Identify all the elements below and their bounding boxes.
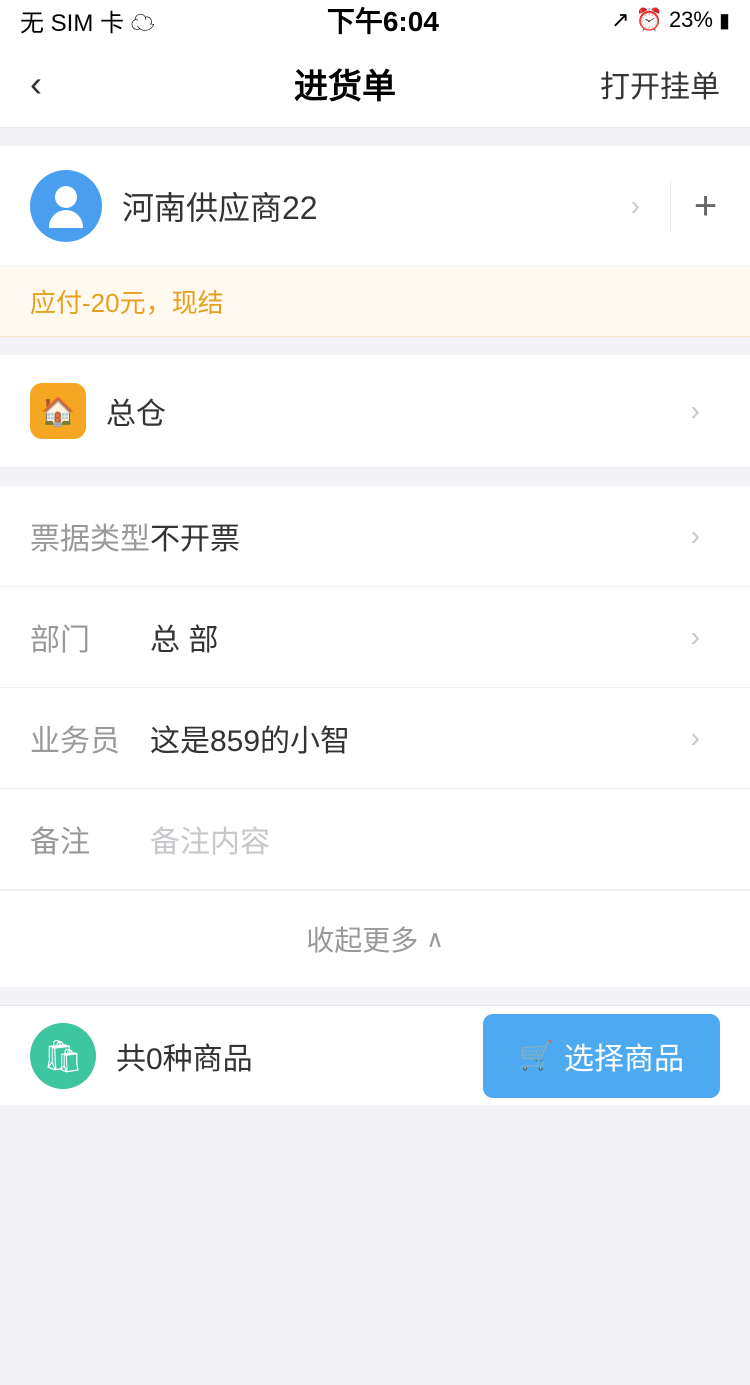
avatar-body <box>49 210 83 228</box>
supplier-section: 河南供应商22 › + 应付-20元，现结 <box>0 146 750 337</box>
supplier-row[interactable]: 河南供应商22 › + <box>0 146 750 267</box>
department-row[interactable]: 部门 总 部 › <box>0 587 750 688</box>
page-title: 进货单 <box>294 59 396 108</box>
department-value: 总 部 <box>150 615 681 659</box>
gray-area <box>0 1105 750 1385</box>
open-pending-button[interactable]: 打开挂单 <box>600 62 720 106</box>
salesperson-value: 这是859的小智 <box>150 716 681 760</box>
note-row[interactable]: 备注 备注内容 <box>0 789 750 890</box>
plus-icon: + <box>694 184 717 229</box>
invoice-type-label: 票据类型 <box>30 514 150 558</box>
note-placeholder: 备注内容 <box>150 817 710 861</box>
status-bar: 无 SIM 卡 ☁ 下午6:04 ↗ ⏰ 23% ▮ <box>0 0 750 40</box>
select-cart-icon: 🛒 <box>519 1039 554 1072</box>
avatar-person-icon <box>46 186 86 226</box>
section-gap-3 <box>0 468 750 486</box>
product-icon-wrap: 🛍 <box>30 1023 96 1089</box>
battery-icon: ▮ <box>719 8 730 33</box>
avatar-head <box>55 186 77 208</box>
nav-bar: ‹ 进货单 打开挂单 <box>0 40 750 128</box>
bottom-bar: 🛍 共0种商品 🛒 选择商品 <box>0 1005 750 1105</box>
salesperson-row[interactable]: 业务员 这是859的小智 › <box>0 688 750 789</box>
status-right: ↗ ⏰ 23% ▮ <box>611 7 730 33</box>
notice-bar: 应付-20元，现结 <box>0 267 750 337</box>
invoice-type-value: 不开票 <box>150 514 681 558</box>
form-section: 票据类型 不开票 › 部门 总 部 › 业务员 这是859的小智 › 备注 备注… <box>0 486 750 987</box>
department-label: 部门 <box>30 615 150 659</box>
note-label: 备注 <box>30 817 150 861</box>
invoice-type-chevron-icon: › <box>691 520 700 552</box>
warehouse-label: 总仓 <box>106 389 691 433</box>
cart-icon: 🛍 <box>43 1037 84 1075</box>
add-supplier-button[interactable]: + <box>670 181 720 231</box>
department-chevron-icon: › <box>691 621 700 653</box>
section-gap-1 <box>0 128 750 146</box>
section-gap-2 <box>0 337 750 355</box>
collapse-label: 收起更多 <box>306 919 418 959</box>
location-icon: ↗ <box>611 7 629 33</box>
signal-text: 无 SIM 卡 ☁ <box>20 3 155 38</box>
status-time: 下午6:04 <box>327 0 439 40</box>
alarm-icon: ⏰ <box>636 7 663 33</box>
salesperson-label: 业务员 <box>30 716 150 760</box>
warehouse-chevron-icon: › <box>691 395 700 427</box>
house-icon: 🏠 <box>41 395 76 428</box>
back-button[interactable]: ‹ <box>30 63 90 105</box>
supplier-chevron-icon: › <box>631 190 640 222</box>
notice-text: 应付-20元，现结 <box>30 288 224 318</box>
status-left: 无 SIM 卡 ☁ <box>20 3 155 38</box>
select-product-label: 选择商品 <box>564 1034 684 1078</box>
product-count: 共0种商品 <box>116 1034 483 1078</box>
warehouse-row[interactable]: 🏠 总仓 › <box>0 355 750 468</box>
warehouse-icon-wrap: 🏠 <box>30 383 86 439</box>
collapse-arrow-icon: ∧ <box>426 925 444 954</box>
salesperson-chevron-icon: › <box>691 722 700 754</box>
battery-text: 23% <box>669 7 713 33</box>
collapse-row[interactable]: 收起更多 ∧ <box>0 890 750 987</box>
supplier-name: 河南供应商22 <box>122 183 631 229</box>
invoice-type-row[interactable]: 票据类型 不开票 › <box>0 486 750 587</box>
supplier-avatar <box>30 170 102 242</box>
warehouse-section: 🏠 总仓 › <box>0 355 750 468</box>
select-product-button[interactable]: 🛒 选择商品 <box>483 1014 720 1098</box>
